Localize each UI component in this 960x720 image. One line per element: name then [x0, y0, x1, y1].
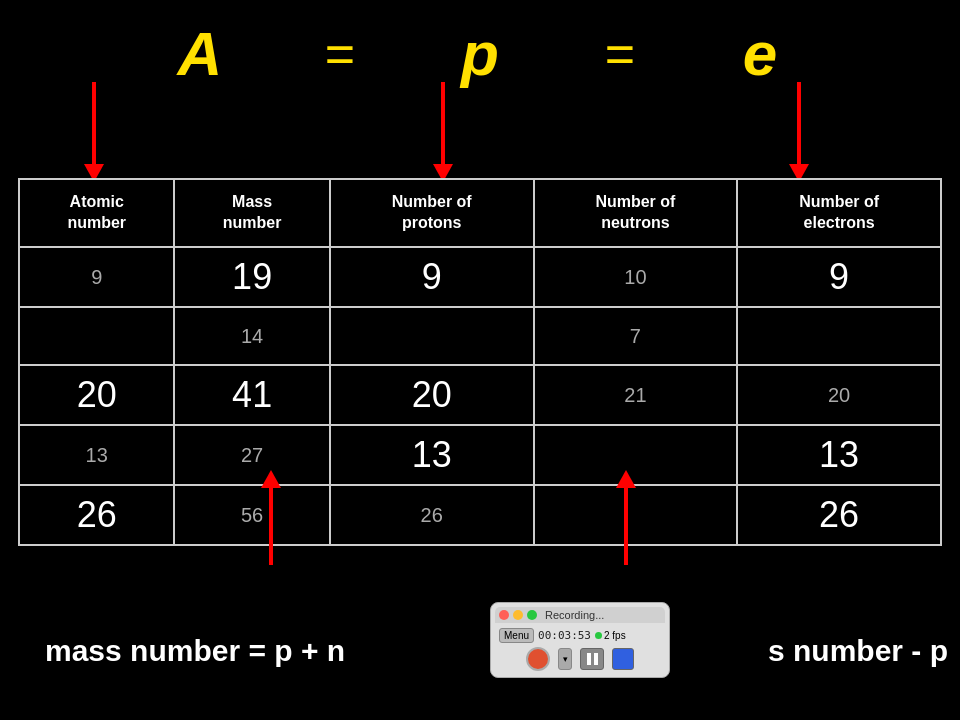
dropdown-button[interactable]: ▾: [558, 648, 572, 670]
cell-protons-3: 20: [330, 365, 534, 425]
main-table-wrapper: Atomicnumber Massnumber Number ofprotons…: [18, 178, 942, 546]
cell-electrons-3: 20: [737, 365, 941, 425]
cell-neutrons-3: 21: [534, 365, 738, 425]
col-header-neutrons: Number ofneutrons: [534, 179, 738, 247]
pause-bar-right: [594, 653, 598, 665]
table-row: 26 56 26 26: [19, 485, 941, 545]
col-header-atomic: Atomicnumber: [19, 179, 174, 247]
close-button-dot[interactable]: [499, 610, 509, 620]
formula-A: A: [110, 18, 290, 89]
pause-bar-left: [587, 653, 591, 665]
recording-widget[interactable]: Recording... Menu 00:03:53 2 fps ▾: [490, 602, 670, 678]
recording-bottom-controls: ▾: [495, 645, 665, 673]
cell-mass-4: 27: [174, 425, 329, 485]
cell-mass-3: 41: [174, 365, 329, 425]
arrow-mass-bottom: [261, 470, 281, 565]
bottom-text-right: s number - p: [768, 634, 948, 668]
record-button[interactable]: [526, 647, 550, 671]
recording-title-bar: Recording...: [495, 607, 665, 623]
menu-button[interactable]: Menu: [499, 628, 534, 643]
cell-atomic-2: [19, 307, 174, 365]
dropdown-group: ▾: [558, 648, 572, 670]
minimize-button-dot[interactable]: [513, 610, 523, 620]
cell-electrons-5: 26: [737, 485, 941, 545]
cell-atomic-1: 9: [19, 247, 174, 307]
col-header-electrons: Number ofelectrons: [737, 179, 941, 247]
table-row: 14 7: [19, 307, 941, 365]
cell-protons-5: 26: [330, 485, 534, 545]
cell-atomic-4: 13: [19, 425, 174, 485]
formula-row: A = p = e: [0, 0, 960, 89]
maximize-button-dot[interactable]: [527, 610, 537, 620]
cell-atomic-3: 20: [19, 365, 174, 425]
recording-controls-row: Menu 00:03:53 2 fps: [495, 626, 665, 645]
table-row: 9 19 9 10 9: [19, 247, 941, 307]
arrow-neutron-bottom: [616, 470, 636, 565]
arrow-atomic: [84, 82, 104, 182]
recording-time: 00:03:53: [538, 629, 591, 642]
table-row: 13 27 13 13: [19, 425, 941, 485]
recording-title: Recording...: [545, 609, 604, 621]
cell-atomic-5: 26: [19, 485, 174, 545]
formula-p: p: [390, 18, 570, 89]
cell-mass-1: 19: [174, 247, 329, 307]
arrow-electrons: [789, 82, 809, 182]
bottom-text-left: mass number = p + n: [45, 634, 345, 668]
cell-electrons-1: 9: [737, 247, 941, 307]
formula-equals1: =: [290, 24, 390, 84]
cell-neutrons-2: 7: [534, 307, 738, 365]
cell-protons-4: 13: [330, 425, 534, 485]
elements-table: Atomicnumber Massnumber Number ofprotons…: [18, 178, 942, 546]
stop-button[interactable]: [612, 648, 634, 670]
arrow-protons: [433, 82, 453, 182]
formula-e: e: [670, 18, 850, 89]
cell-electrons-4: 13: [737, 425, 941, 485]
cell-electrons-2: [737, 307, 941, 365]
pause-button[interactable]: [580, 648, 604, 670]
fps-indicator: [595, 632, 602, 639]
cell-mass-5: 56: [174, 485, 329, 545]
recording-fps: 2 fps: [595, 630, 626, 641]
cell-protons-2: [330, 307, 534, 365]
cell-neutrons-1: 10: [534, 247, 738, 307]
table-row: 20 41 20 21 20: [19, 365, 941, 425]
formula-equals2: =: [570, 24, 670, 84]
cell-protons-1: 9: [330, 247, 534, 307]
cell-mass-2: 14: [174, 307, 329, 365]
col-header-protons: Number ofprotons: [330, 179, 534, 247]
col-header-mass: Massnumber: [174, 179, 329, 247]
